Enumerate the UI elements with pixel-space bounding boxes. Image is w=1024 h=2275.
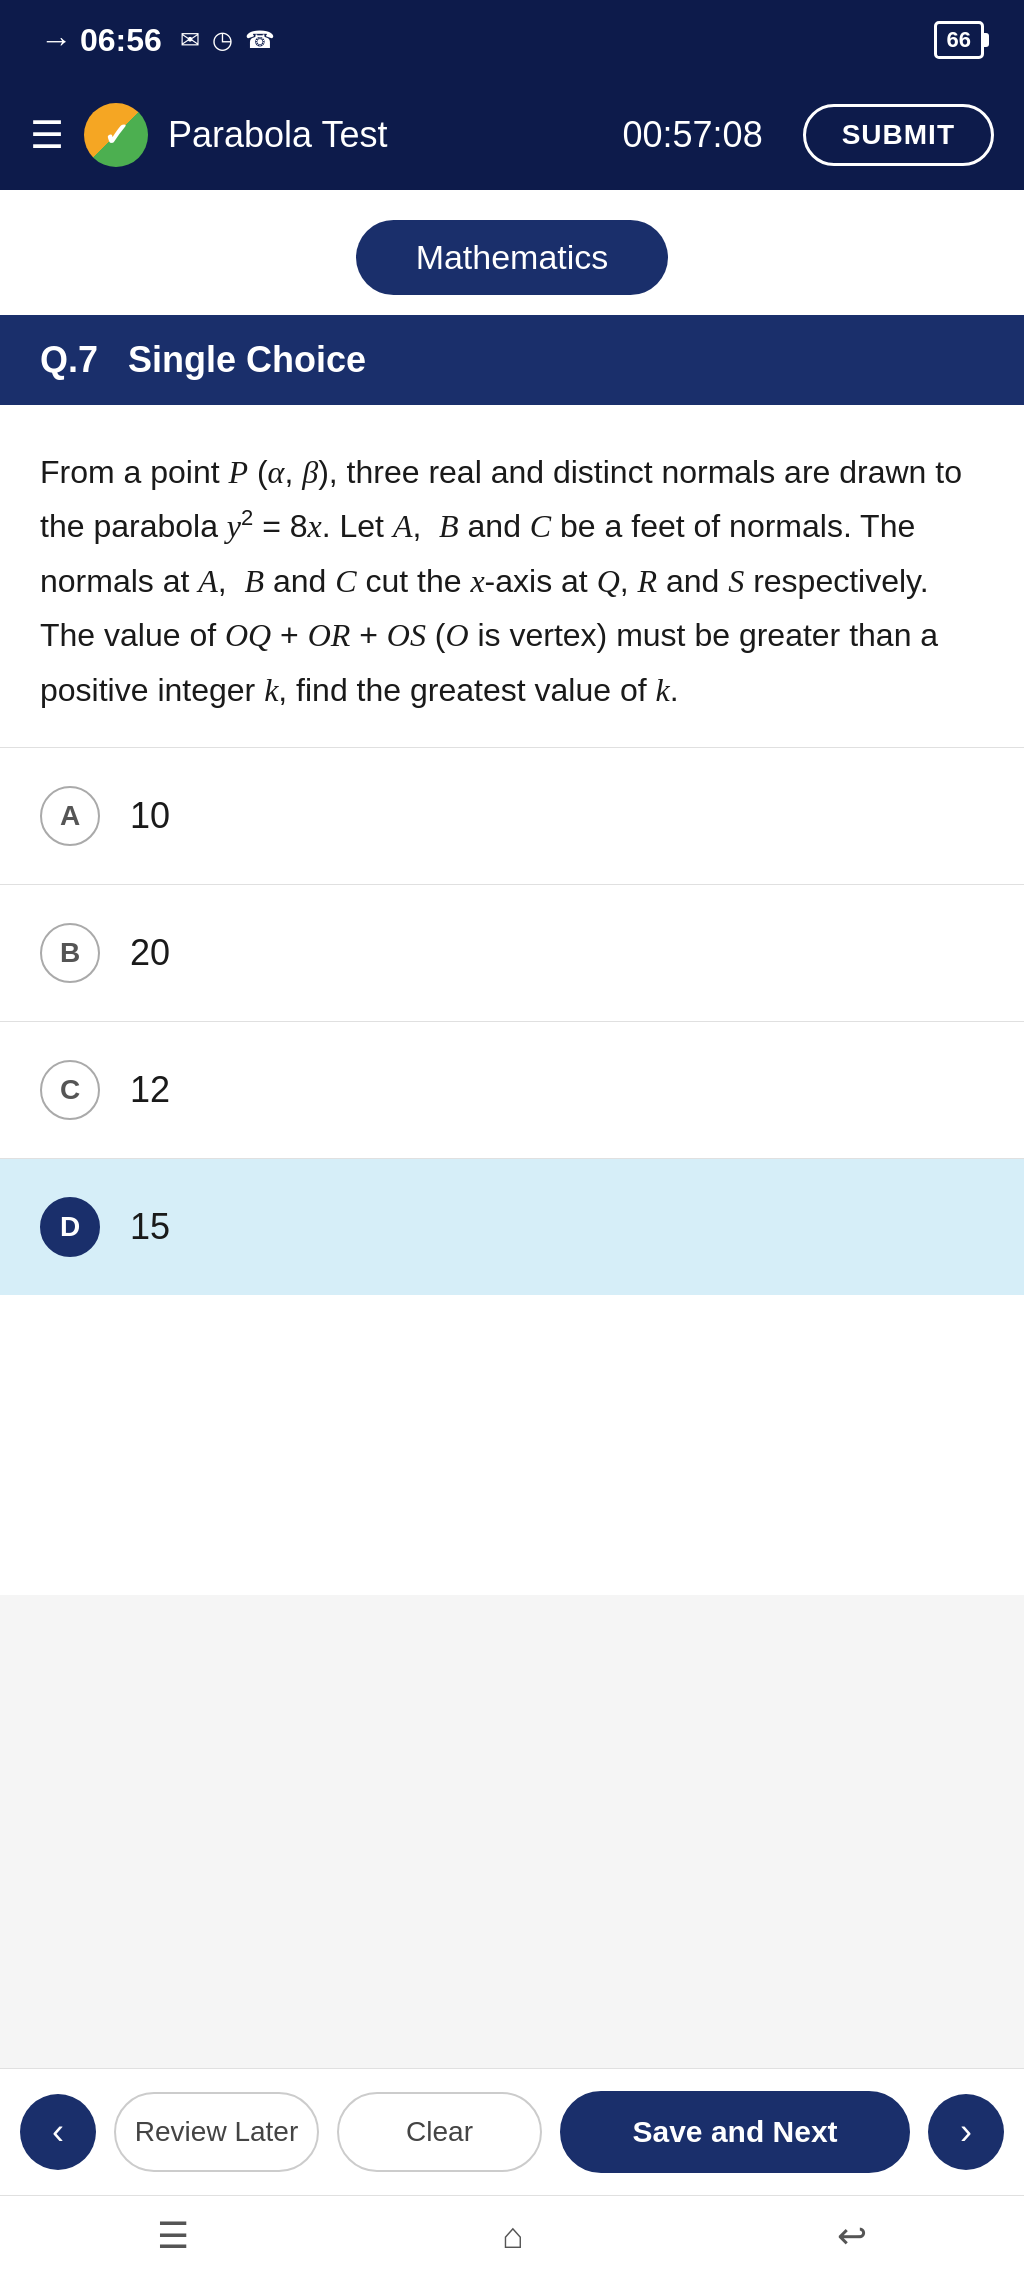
status-clock: 06:56 — [80, 22, 162, 59]
question-text: From a point P (α, β), three real and di… — [40, 445, 984, 717]
question-header: Q.7 Single Choice — [0, 315, 1024, 405]
submit-button[interactable]: SUBMIT — [803, 104, 994, 166]
status-left: → 06:56 ✉ ◷ ☎ — [40, 22, 275, 59]
clock-icon: ◷ — [212, 26, 233, 54]
option-d-circle: D — [40, 1197, 100, 1257]
android-back-icon[interactable]: ↩ — [837, 2215, 867, 2257]
clear-button[interactable]: Clear — [337, 2092, 542, 2172]
battery-indicator: 66 — [934, 21, 984, 59]
prev-button[interactable]: ‹ — [20, 2094, 96, 2170]
status-time: → 06:56 — [40, 22, 162, 59]
option-a-circle: A — [40, 786, 100, 846]
question-type: Single Choice — [128, 339, 366, 380]
options-section: A 10 B 20 C 12 D 15 — [0, 747, 1024, 1295]
next-button[interactable]: › — [928, 2094, 1004, 2170]
option-b[interactable]: B 20 — [0, 884, 1024, 1021]
save-next-button[interactable]: Save and Next — [560, 2091, 910, 2173]
logo-check-icon: ✓ — [103, 116, 130, 154]
option-c[interactable]: C 12 — [0, 1021, 1024, 1158]
question-number: Q.7 — [40, 339, 98, 380]
content-spacer — [0, 1295, 1024, 1595]
android-home-icon[interactable]: ⌂ — [502, 2215, 524, 2257]
option-a-value: 10 — [130, 795, 170, 837]
option-c-value: 12 — [130, 1069, 170, 1111]
question-body: From a point P (α, β), three real and di… — [0, 405, 1024, 747]
hamburger-icon[interactable]: ☰ — [30, 116, 64, 154]
status-icons: ✉ ◷ ☎ — [180, 26, 275, 54]
subject-section: Mathematics — [0, 190, 1024, 315]
option-c-circle: C — [40, 1060, 100, 1120]
status-bar: → 06:56 ✉ ◷ ☎ 66 — [0, 0, 1024, 80]
email-icon: ✉ — [180, 26, 200, 54]
phone-icon: ☎ — [245, 26, 275, 54]
timer-display: 00:57:08 — [623, 114, 763, 156]
android-nav: ☰ ⌂ ↩ — [0, 2195, 1024, 2275]
option-d-value: 15 — [130, 1206, 170, 1248]
option-d[interactable]: D 15 — [0, 1158, 1024, 1295]
option-b-circle: B — [40, 923, 100, 983]
option-b-value: 20 — [130, 932, 170, 974]
test-title: Parabola Test — [168, 114, 603, 156]
option-a[interactable]: A 10 — [0, 747, 1024, 884]
bottom-bar: ‹ Review Later Clear Save and Next › — [0, 2068, 1024, 2195]
top-nav: ☰ ✓ Parabola Test 00:57:08 SUBMIT — [0, 80, 1024, 190]
status-arrow: → — [40, 22, 72, 59]
review-later-button[interactable]: Review Later — [114, 2092, 319, 2172]
subject-tag: Mathematics — [356, 220, 669, 295]
app-logo: ✓ — [84, 103, 148, 167]
android-menu-icon[interactable]: ☰ — [157, 2215, 189, 2257]
